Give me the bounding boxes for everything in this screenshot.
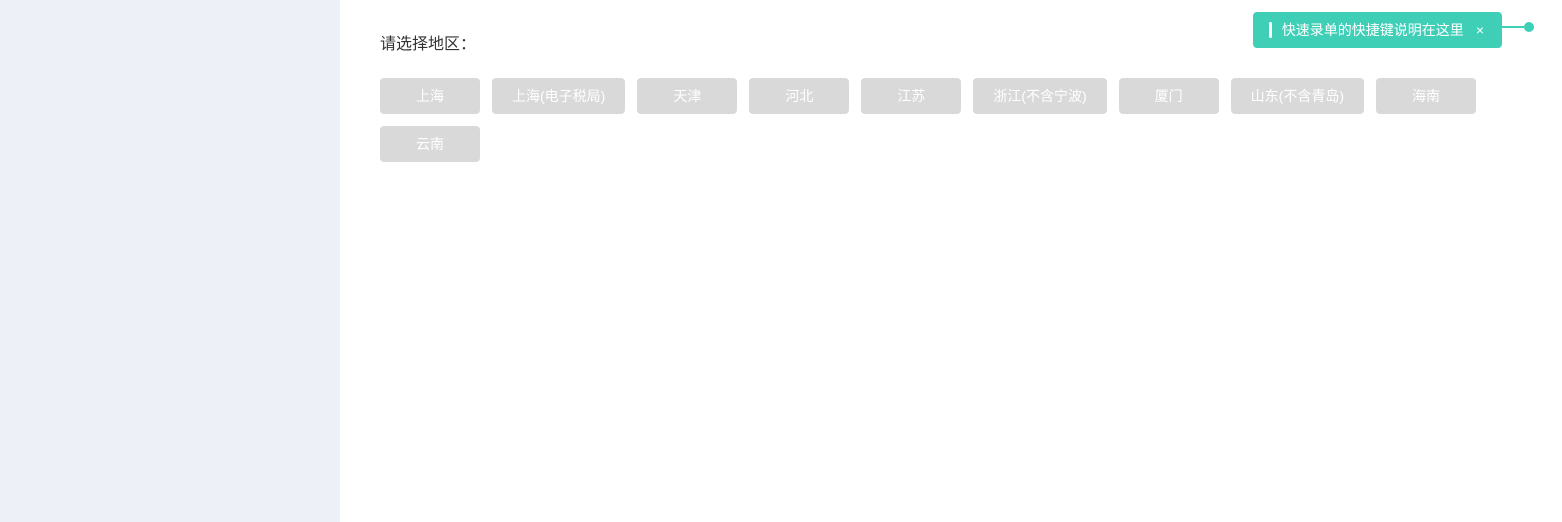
main-content: 请选择地区： 上海上海(电子税局)天津河北江苏浙江(不含宁波)厦门山东(不含青岛…	[340, 0, 1562, 522]
tooltip-dot	[1524, 22, 1534, 32]
region-button-tianjin[interactable]: 天津	[637, 78, 737, 114]
tooltip-close-button[interactable]: ×	[1474, 23, 1486, 37]
region-button-shanghai-etax[interactable]: 上海(电子税局)	[492, 78, 625, 114]
tooltip-bar: 快速录单的快捷键说明在这里 ×	[1253, 12, 1502, 48]
region-button-zhejiang[interactable]: 浙江(不含宁波)	[973, 78, 1106, 114]
region-button-yunnan[interactable]: 云南	[380, 126, 480, 162]
region-buttons-container: 上海上海(电子税局) 天津河北江苏浙江(不含宁波) 厦门山东(不含青岛) 海南云南	[380, 78, 1522, 162]
tooltip-line	[1502, 26, 1524, 28]
region-button-xiamen[interactable]: 厦门	[1119, 78, 1219, 114]
left-sidebar	[0, 0, 340, 522]
region-button-jiangsu[interactable]: 江苏	[861, 78, 961, 114]
tooltip-text: 快速录单的快捷键说明在这里	[1282, 20, 1464, 40]
bar-divider	[1269, 22, 1272, 38]
region-button-shanghai[interactable]: 上海	[380, 78, 480, 114]
region-button-hainan[interactable]: 海南	[1376, 78, 1476, 114]
region-button-shandong[interactable]: 山东(不含青岛)	[1231, 78, 1364, 114]
region-button-hebei[interactable]: 河北	[749, 78, 849, 114]
